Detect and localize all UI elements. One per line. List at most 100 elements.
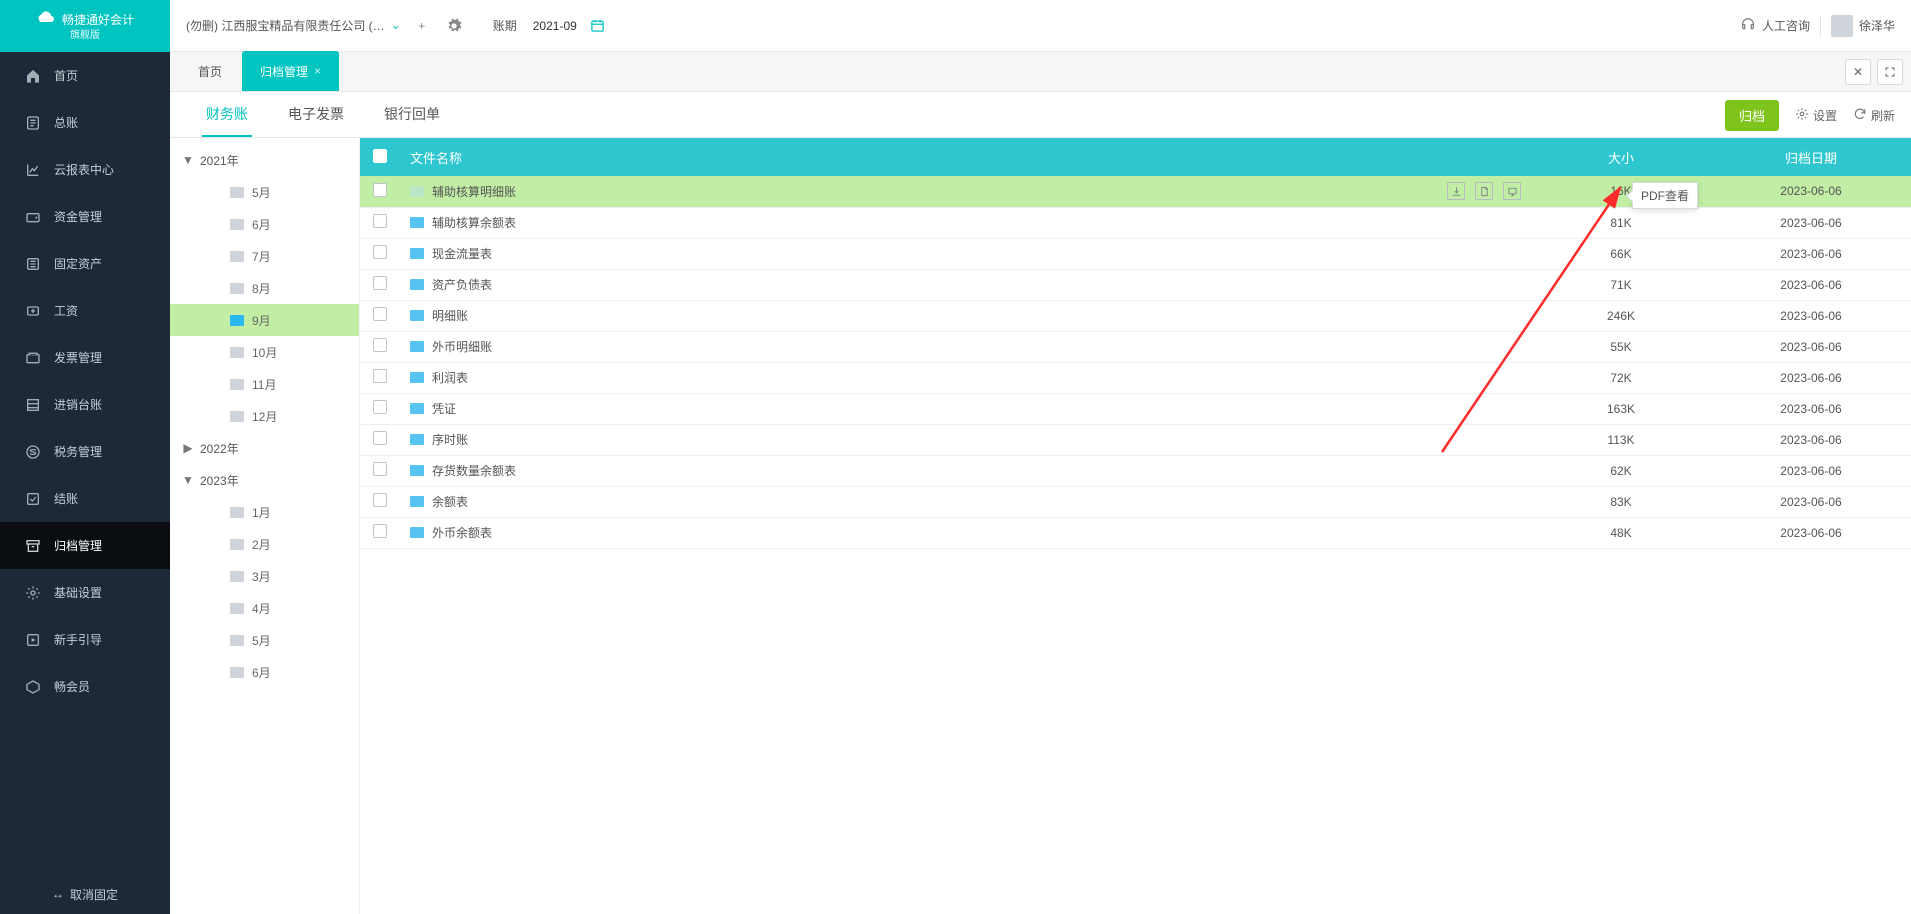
archive-button[interactable]: 归档 bbox=[1725, 100, 1779, 131]
support-link[interactable]: 人工咨询 bbox=[1740, 16, 1810, 35]
subtab[interactable]: 电子发票 bbox=[268, 91, 364, 137]
row-checkbox[interactable] bbox=[373, 400, 387, 414]
sidebar-item-archive[interactable]: 归档管理 bbox=[0, 522, 170, 569]
row-checkbox[interactable] bbox=[373, 431, 387, 445]
sidebar-item-wallet[interactable]: 资金管理 bbox=[0, 193, 170, 240]
row-checkbox[interactable] bbox=[373, 338, 387, 352]
tree-month[interactable]: 12月 bbox=[170, 400, 359, 432]
sidebar-item-close-period[interactable]: 结账 bbox=[0, 475, 170, 522]
subtab-row: 财务账电子发票银行回单 归档 设置 刷新 bbox=[170, 92, 1911, 138]
subtab[interactable]: 银行回单 bbox=[364, 91, 460, 137]
tree-month[interactable]: 11月 bbox=[170, 368, 359, 400]
company-settings-button[interactable] bbox=[443, 15, 465, 37]
app-name: 畅捷通好会计 bbox=[62, 13, 134, 27]
col-date[interactable]: 归档日期 bbox=[1711, 138, 1911, 176]
folder-icon bbox=[230, 411, 244, 422]
table-row[interactable]: 利润表72K2023-06-06 bbox=[360, 362, 1911, 393]
tree-year[interactable]: ▼2023年 bbox=[170, 464, 359, 496]
tree-month[interactable]: 10月 bbox=[170, 336, 359, 368]
tree-month[interactable]: 6月 bbox=[170, 208, 359, 240]
tree-year[interactable]: ▶2022年 bbox=[170, 432, 359, 464]
download-excel-icon[interactable] bbox=[1447, 182, 1465, 200]
sidebar-item-payroll[interactable]: 工资 bbox=[0, 287, 170, 334]
close-all-tabs-button[interactable]: ✕ bbox=[1845, 59, 1871, 85]
close-icon[interactable]: × bbox=[314, 64, 321, 78]
tree-month[interactable]: 1月 bbox=[170, 496, 359, 528]
file-name: 明细账 bbox=[432, 307, 468, 324]
row-checkbox[interactable] bbox=[373, 214, 387, 228]
tree-month[interactable]: 3月 bbox=[170, 560, 359, 592]
sidebar-collapse-toggle[interactable]: ↔ 取消固定 bbox=[0, 874, 170, 914]
select-all-checkbox[interactable] bbox=[373, 149, 387, 163]
table-row[interactable]: 外币余额表48K2023-06-06 bbox=[360, 517, 1911, 548]
tree-month[interactable]: 5月 bbox=[170, 176, 359, 208]
sidebar-item-home[interactable]: 首页 bbox=[0, 52, 170, 99]
sidebar-item-ledger[interactable]: 总账 bbox=[0, 99, 170, 146]
table-row[interactable]: 凭证163K2023-06-06 bbox=[360, 393, 1911, 424]
row-checkbox[interactable] bbox=[373, 462, 387, 476]
sidebar-item-inventory[interactable]: 进销台账 bbox=[0, 381, 170, 428]
archive-date: 2023-06-06 bbox=[1711, 455, 1911, 486]
col-size[interactable]: 大小 bbox=[1531, 138, 1711, 176]
folder-icon bbox=[410, 434, 424, 445]
period-value[interactable]: 2021-09 bbox=[533, 19, 577, 33]
page-tab[interactable]: 首页 bbox=[180, 51, 240, 91]
sidebar-item-guide[interactable]: 新手引导 bbox=[0, 616, 170, 663]
table-row[interactable]: 辅助核算明细账16K2023-06-06 bbox=[360, 176, 1911, 207]
wallet-icon bbox=[24, 208, 42, 226]
user-menu[interactable]: 徐泽华 bbox=[1831, 15, 1895, 37]
expand-icon bbox=[1884, 66, 1896, 78]
calendar-icon[interactable] bbox=[587, 15, 609, 37]
folder-icon bbox=[410, 310, 424, 321]
table-row[interactable]: 明细账 246K2023-06-06 bbox=[360, 300, 1911, 331]
tree-month[interactable]: 8月 bbox=[170, 272, 359, 304]
refresh-button[interactable]: 刷新 bbox=[1853, 107, 1895, 124]
row-checkbox[interactable] bbox=[373, 307, 387, 321]
sidebar-item-tax[interactable]: 税务管理 bbox=[0, 428, 170, 475]
sidebar-item-chart[interactable]: 云报表中心 bbox=[0, 146, 170, 193]
file-name: 辅助核算明细账 bbox=[432, 183, 516, 200]
sidebar-item-invoice[interactable]: 发票管理 bbox=[0, 334, 170, 381]
add-company-button[interactable]: + bbox=[411, 15, 433, 37]
table-row[interactable]: 存货数量余额表62K2023-06-06 bbox=[360, 455, 1911, 486]
col-filename[interactable]: 文件名称 bbox=[400, 138, 1531, 176]
archive-date: 2023-06-06 bbox=[1711, 300, 1911, 331]
table-row[interactable]: 现金流量表66K2023-06-06 bbox=[360, 238, 1911, 269]
subtab[interactable]: 财务账 bbox=[186, 91, 268, 137]
pdf-view-icon[interactable] bbox=[1503, 182, 1521, 200]
row-checkbox[interactable] bbox=[373, 245, 387, 259]
file-name: 序时账 bbox=[432, 431, 468, 448]
row-checkbox[interactable] bbox=[373, 369, 387, 383]
table-row[interactable]: 外币明细账55K2023-06-06 bbox=[360, 331, 1911, 362]
tree-month[interactable]: 9月 bbox=[170, 304, 359, 336]
close-period-icon bbox=[24, 490, 42, 508]
download-pdf-icon[interactable] bbox=[1475, 182, 1493, 200]
table-row[interactable]: 余额表83K2023-06-06 bbox=[360, 486, 1911, 517]
tree-month[interactable]: 5月 bbox=[170, 624, 359, 656]
page-tab[interactable]: 归档管理× bbox=[242, 51, 339, 91]
table-row[interactable]: 辅助核算余额表81K2023-06-06 bbox=[360, 207, 1911, 238]
row-checkbox[interactable] bbox=[373, 183, 387, 197]
sidebar-item-vip[interactable]: 畅会员 bbox=[0, 663, 170, 710]
archive-icon bbox=[24, 537, 42, 555]
tree-month[interactable]: 2月 bbox=[170, 528, 359, 560]
sidebar-item-asset[interactable]: 固定资产 bbox=[0, 240, 170, 287]
tree-month[interactable]: 7月 bbox=[170, 240, 359, 272]
folder-icon bbox=[230, 219, 244, 230]
fullscreen-button[interactable] bbox=[1877, 59, 1903, 85]
row-checkbox[interactable] bbox=[373, 493, 387, 507]
row-checkbox[interactable] bbox=[373, 276, 387, 290]
sidebar-item-settings[interactable]: 基础设置 bbox=[0, 569, 170, 616]
file-size: 71K bbox=[1531, 269, 1711, 300]
settings-button[interactable]: 设置 bbox=[1795, 107, 1837, 124]
row-checkbox[interactable] bbox=[373, 524, 387, 538]
table-row[interactable]: 资产负债表71K2023-06-06 bbox=[360, 269, 1911, 300]
company-selector[interactable]: (勿删) 江西服宝精品有限责任公司 (… ⌄ bbox=[186, 17, 401, 34]
tree-month[interactable]: 4月 bbox=[170, 592, 359, 624]
file-size: 246K bbox=[1531, 300, 1711, 331]
table-row[interactable]: 序时账113K2023-06-06 bbox=[360, 424, 1911, 455]
tree-month[interactable]: 6月 bbox=[170, 656, 359, 688]
home-icon bbox=[24, 67, 42, 85]
tree-year[interactable]: ▼2021年 bbox=[170, 144, 359, 176]
file-name: 辅助核算余额表 bbox=[432, 214, 516, 231]
